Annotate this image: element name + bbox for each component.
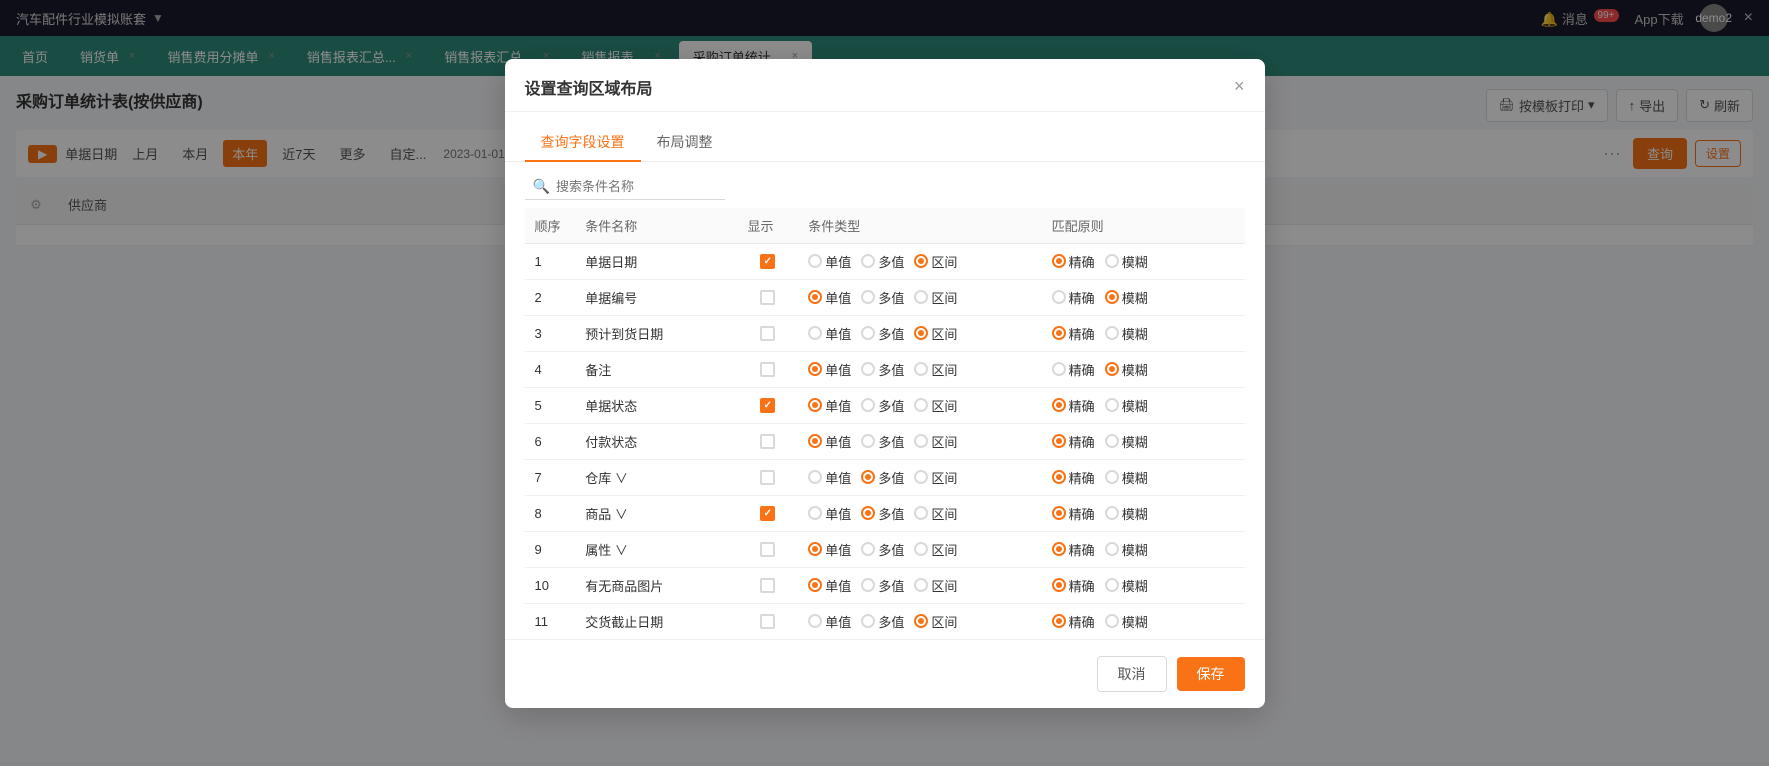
config-table-row: 5单据状态 单值多值区间精确模糊: [525, 387, 1245, 423]
row-show-checkbox[interactable]: [737, 423, 798, 459]
row-show-checkbox[interactable]: [737, 495, 798, 531]
config-table-row: 3预计到货日期 单值多值区间精确模糊: [525, 315, 1245, 351]
row-match: 精确模糊: [1042, 243, 1245, 279]
config-table-row: 2单据编号 单值多值区间精确模糊: [525, 279, 1245, 315]
row-name: 单据编号: [575, 279, 737, 315]
row-show-checkbox[interactable]: [737, 315, 798, 351]
col-header-match: 匹配原则: [1042, 208, 1245, 244]
row-order: 3: [525, 315, 576, 351]
row-match: 精确模糊: [1042, 387, 1245, 423]
row-name: 商品 ∨: [575, 495, 737, 531]
dialog-tabs: 查询字段设置 布局调整: [505, 112, 1265, 162]
dialog-overlay: 设置查询区域布局 × 查询字段设置 布局调整 🔍 顺序: [0, 0, 1769, 766]
row-match: 精确模糊: [1042, 567, 1245, 603]
row-type: 单值多值区间: [798, 423, 1041, 459]
row-type: 单值多值区间: [798, 315, 1041, 351]
row-order: 7: [525, 459, 576, 495]
row-name: 单据日期: [575, 243, 737, 279]
row-type: 单值多值区间: [798, 387, 1041, 423]
dialog-search-area: 🔍: [505, 162, 1265, 208]
col-header-name: 条件名称: [575, 208, 737, 244]
row-type: 单值多值区间: [798, 243, 1041, 279]
settings-dialog: 设置查询区域布局 × 查询字段设置 布局调整 🔍 顺序: [505, 59, 1265, 708]
row-name: 有无商品图片: [575, 567, 737, 603]
row-type: 单值多值区间: [798, 279, 1041, 315]
search-input[interactable]: [556, 179, 716, 194]
config-table: 顺序 条件名称 显示 条件类型 匹配原则 1单据日期单值多值区间精确模糊2单据编…: [525, 208, 1245, 639]
dialog-close-btn[interactable]: ×: [1234, 76, 1245, 97]
col-header-order: 顺序: [525, 208, 576, 244]
row-match: 精确模糊: [1042, 423, 1245, 459]
row-name: 仓库 ∨: [575, 459, 737, 495]
config-table-row: 6付款状态 单值多值区间精确模糊: [525, 423, 1245, 459]
config-table-row: 1单据日期 单值多值区间精确模糊: [525, 243, 1245, 279]
row-show-checkbox[interactable]: [737, 279, 798, 315]
row-order: 8: [525, 495, 576, 531]
search-input-wrap: 🔍: [525, 174, 725, 200]
row-show-checkbox[interactable]: [737, 387, 798, 423]
row-show-checkbox[interactable]: [737, 531, 798, 567]
row-order: 6: [525, 423, 576, 459]
row-match: 精确模糊: [1042, 603, 1245, 639]
row-match: 精确模糊: [1042, 351, 1245, 387]
config-table-row: 7仓库 ∨ 单值多值区间精确模糊: [525, 459, 1245, 495]
row-match: 精确模糊: [1042, 531, 1245, 567]
dialog-title: 设置查询区域布局: [525, 75, 653, 99]
config-table-row: 10有无商品图片 单值多值区间精确模糊: [525, 567, 1245, 603]
row-order: 4: [525, 351, 576, 387]
row-type: 单值多值区间: [798, 567, 1041, 603]
row-show-checkbox[interactable]: [737, 351, 798, 387]
row-show-checkbox[interactable]: [737, 567, 798, 603]
row-order: 5: [525, 387, 576, 423]
row-order: 2: [525, 279, 576, 315]
row-match: 精确模糊: [1042, 315, 1245, 351]
dialog-tab-layout[interactable]: 布局调整: [641, 124, 729, 162]
config-table-row: 8商品 ∨ 单值多值区间精确模糊: [525, 495, 1245, 531]
row-type: 单值多值区间: [798, 531, 1041, 567]
search-icon: 🔍: [533, 178, 550, 195]
row-type: 单值多值区间: [798, 495, 1041, 531]
row-order: 10: [525, 567, 576, 603]
cancel-btn[interactable]: 取消: [1097, 656, 1167, 692]
row-name: 付款状态: [575, 423, 737, 459]
dialog-tab-query-fields[interactable]: 查询字段设置: [525, 124, 641, 162]
row-name: 属性 ∨: [575, 531, 737, 567]
config-table-row: 9属性 ∨ 单值多值区间精确模糊: [525, 531, 1245, 567]
row-show-checkbox[interactable]: [737, 603, 798, 639]
row-name: 备注: [575, 351, 737, 387]
dialog-header: 设置查询区域布局 ×: [505, 59, 1265, 112]
col-header-type: 条件类型: [798, 208, 1041, 244]
row-type: 单值多值区间: [798, 351, 1041, 387]
row-name: 预计到货日期: [575, 315, 737, 351]
row-type: 单值多值区间: [798, 603, 1041, 639]
row-match: 精确模糊: [1042, 495, 1245, 531]
row-name: 交货截止日期: [575, 603, 737, 639]
row-match: 精确模糊: [1042, 459, 1245, 495]
row-match: 精确模糊: [1042, 279, 1245, 315]
row-order: 1: [525, 243, 576, 279]
dialog-footer: 取消 保存: [505, 639, 1265, 708]
row-order: 11: [525, 603, 576, 639]
row-show-checkbox[interactable]: [737, 243, 798, 279]
dialog-body: 顺序 条件名称 显示 条件类型 匹配原则 1单据日期单值多值区间精确模糊2单据编…: [505, 208, 1265, 639]
row-order: 9: [525, 531, 576, 567]
config-table-row: 11交货截止日期 单值多值区间精确模糊: [525, 603, 1245, 639]
row-show-checkbox[interactable]: [737, 459, 798, 495]
row-name: 单据状态: [575, 387, 737, 423]
config-table-row: 4备注 单值多值区间精确模糊: [525, 351, 1245, 387]
col-header-show: 显示: [737, 208, 798, 244]
row-type: 单值多值区间: [798, 459, 1041, 495]
save-btn[interactable]: 保存: [1177, 657, 1245, 691]
